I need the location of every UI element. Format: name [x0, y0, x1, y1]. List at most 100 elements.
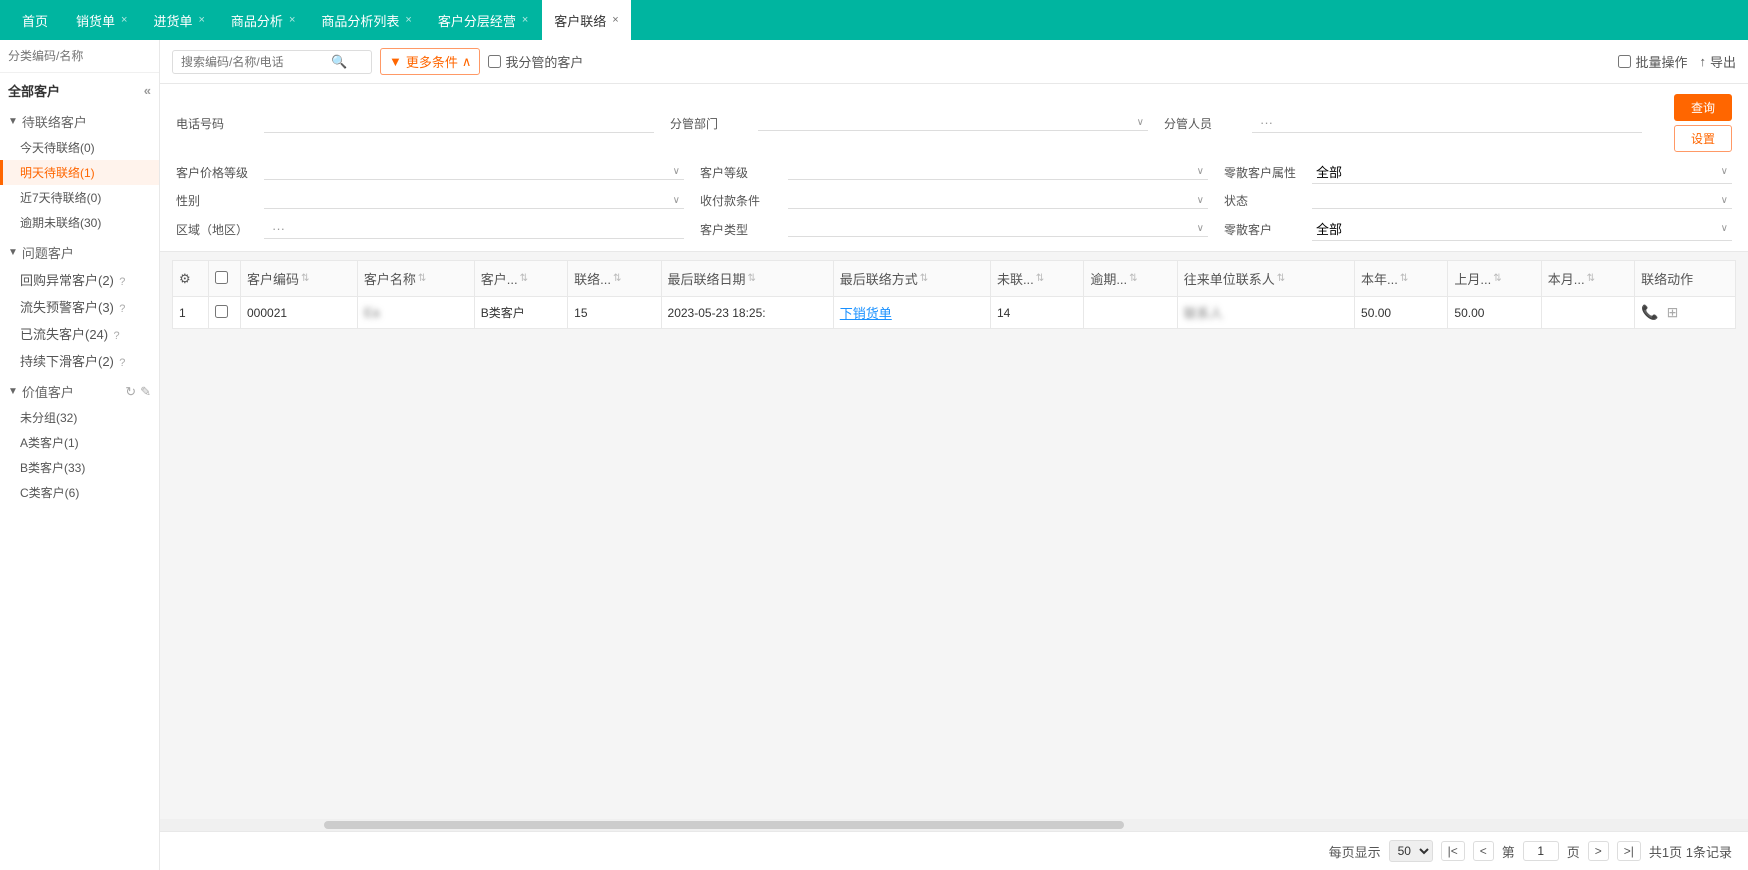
th-this-year[interactable]: 本年... ⇅ [1355, 261, 1448, 297]
filter-manager-select[interactable]: ··· [1252, 113, 1642, 133]
search-icon[interactable]: 🔍 [331, 54, 347, 70]
my-customers-checkbox[interactable] [488, 55, 501, 68]
filter-price-level-label: 客户价格等级 [176, 164, 256, 181]
refresh-icon[interactable]: ↻ [125, 384, 136, 400]
td-checkbox[interactable] [209, 297, 241, 329]
close-icon[interactable]: × [522, 14, 528, 26]
page-number-input[interactable] [1523, 841, 1559, 861]
sort-icon: ⇅ [1129, 273, 1137, 284]
sidebar-search-input[interactable] [8, 49, 160, 63]
collapse-icon[interactable]: « [144, 83, 151, 98]
close-icon[interactable]: × [198, 14, 204, 26]
chevron-down-icon: ∨ [673, 166, 680, 177]
settings-button[interactable]: 设置 [1674, 125, 1732, 152]
filter-phone-input[interactable] [264, 114, 654, 133]
my-customers-checkbox-label[interactable]: 我分管的客户 [488, 52, 583, 71]
sidebar-item-today[interactable]: 今天待联络(0) [0, 135, 159, 160]
th-settings[interactable]: ⚙ [173, 261, 209, 297]
grid-icon[interactable]: ⊞ [1667, 304, 1679, 321]
sidebar-item-7days[interactable]: 近7天待联络(0) [0, 185, 159, 210]
scroll-bar-area[interactable] [160, 819, 1748, 831]
close-icon[interactable]: × [612, 14, 618, 26]
filter-retail-customer-select[interactable]: 全部 ∨ [1312, 217, 1732, 241]
query-button[interactable]: 查询 [1674, 94, 1732, 121]
td-name[interactable]: Ea [357, 297, 474, 329]
filter-region-select[interactable]: ··· [264, 219, 684, 239]
th-type[interactable]: 客户... ⇅ [474, 261, 567, 297]
table-settings-icon[interactable]: ⚙ [179, 271, 191, 286]
select-all-checkbox[interactable] [215, 271, 228, 284]
sidebar-item-classA[interactable]: A类客户(1) [0, 430, 159, 455]
sort-icon: ⇅ [1493, 273, 1501, 284]
th-last-contact-method[interactable]: 最后联络方式 ⇅ [833, 261, 990, 297]
td-action: 📞 ⊞ [1635, 297, 1736, 329]
sidebar-item-overdue[interactable]: 逾期未联络(30) [0, 210, 159, 235]
toolbar-search-input[interactable] [181, 55, 331, 69]
chevron-up-icon: ∧ [462, 54, 472, 70]
nav-item-purchase[interactable]: 进货单 × [141, 0, 216, 40]
page-size-select[interactable]: 50 [1389, 840, 1433, 862]
close-icon[interactable]: × [121, 14, 127, 26]
dots-icon[interactable]: ··· [272, 221, 285, 236]
filter-dept-select[interactable]: ∨ [758, 115, 1148, 131]
phone-icon[interactable]: 📞 [1641, 304, 1658, 321]
nav-item-product-analysis[interactable]: 商品分析 × [219, 0, 307, 40]
th-overdue[interactable]: 逾期... ⇅ [1084, 261, 1177, 297]
more-filter-button[interactable]: ▼ 更多条件 ∧ [380, 48, 480, 75]
row-checkbox[interactable] [215, 305, 228, 318]
scroll-bar-thumb[interactable] [324, 821, 1124, 829]
filter-phone-label: 电话号码 [176, 115, 256, 132]
nav-item-product-analysis-list[interactable]: 商品分析列表 × [309, 0, 423, 40]
nav-item-customer-segment[interactable]: 客户分层经营 × [426, 0, 540, 40]
edit-icon[interactable]: ✎ [140, 384, 151, 400]
chevron-down-icon: ∨ [1721, 166, 1728, 177]
value-group-title: ▼ 价值客户 ↻ ✎ [0, 378, 159, 405]
filter-payment-label: 收付款条件 [700, 192, 780, 209]
filter-customer-level-select[interactable]: ∨ [788, 164, 1208, 180]
filter-retail-attr-select[interactable]: 全部 ∨ [1312, 160, 1732, 184]
batch-op-checkbox[interactable] [1618, 55, 1631, 68]
chevron-down-icon: ∨ [1197, 195, 1204, 206]
nav-home[interactable]: 首页 [8, 0, 62, 40]
close-icon[interactable]: × [405, 14, 411, 26]
sidebar-item-lost[interactable]: 已流失客户(24) ? [0, 320, 159, 347]
page-suffix: 页 [1567, 842, 1580, 861]
filter-payment-select[interactable]: ∨ [788, 193, 1208, 209]
filter-status-select[interactable]: ∨ [1312, 193, 1732, 209]
all-customers-header[interactable]: 全部客户 « [0, 73, 159, 104]
sidebar-item-abnormal[interactable]: 回购异常客户(2) ? [0, 266, 159, 293]
sidebar-item-classB[interactable]: B类客户(33) [0, 455, 159, 480]
sidebar-item-declining[interactable]: 持续下滑客户(2) ? [0, 347, 159, 374]
chevron-down-icon: ∨ [673, 195, 680, 206]
nav-item-sales[interactable]: 销货单 × [64, 0, 139, 40]
batch-op-button[interactable]: 批量操作 [1618, 52, 1687, 71]
th-last-contact-date[interactable]: 最后联络日期 ⇅ [661, 261, 833, 297]
th-this-month[interactable]: 本月... ⇅ [1541, 261, 1634, 297]
sidebar-item-warning[interactable]: 流失预警客户(3) ? [0, 293, 159, 320]
last-page-button[interactable]: >| [1617, 841, 1641, 861]
th-checkbox[interactable] [209, 261, 241, 297]
filter-field-customer-level: 客户等级 ∨ [700, 164, 1208, 181]
filter-price-level-select[interactable]: ∨ [264, 164, 684, 180]
td-unit-contact: 联系人 [1177, 297, 1354, 329]
th-unit-contact[interactable]: 往来单位联系人 ⇅ [1177, 261, 1354, 297]
th-last-month[interactable]: 上月... ⇅ [1448, 261, 1541, 297]
next-page-button[interactable]: > [1588, 841, 1609, 861]
sidebar-item-ungrouped[interactable]: 未分组(32) [0, 405, 159, 430]
export-button[interactable]: ↑ 导出 [1699, 52, 1736, 71]
td-last-contact-method[interactable]: 下销货单 [833, 297, 990, 329]
sidebar-item-classC[interactable]: C类客户(6) [0, 480, 159, 505]
nav-item-customer-contact[interactable]: 客户联络 × [542, 0, 630, 40]
th-code[interactable]: 客户编码 ⇅ [241, 261, 358, 297]
prev-page-button[interactable]: < [1473, 841, 1494, 861]
filter-field-phone: 电话号码 [176, 114, 654, 133]
sidebar-item-tomorrow[interactable]: 明天待联络(1) [0, 160, 159, 185]
filter-customer-type-select[interactable]: ∨ [788, 221, 1208, 237]
th-contact[interactable]: 联络... ⇅ [568, 261, 661, 297]
close-icon[interactable]: × [289, 14, 295, 26]
th-name[interactable]: 客户名称 ⇅ [357, 261, 474, 297]
dots-icon[interactable]: ··· [1260, 115, 1273, 130]
first-page-button[interactable]: |< [1441, 841, 1465, 861]
th-no-contact[interactable]: 未联... ⇅ [990, 261, 1083, 297]
filter-gender-select[interactable]: ∨ [264, 193, 684, 209]
